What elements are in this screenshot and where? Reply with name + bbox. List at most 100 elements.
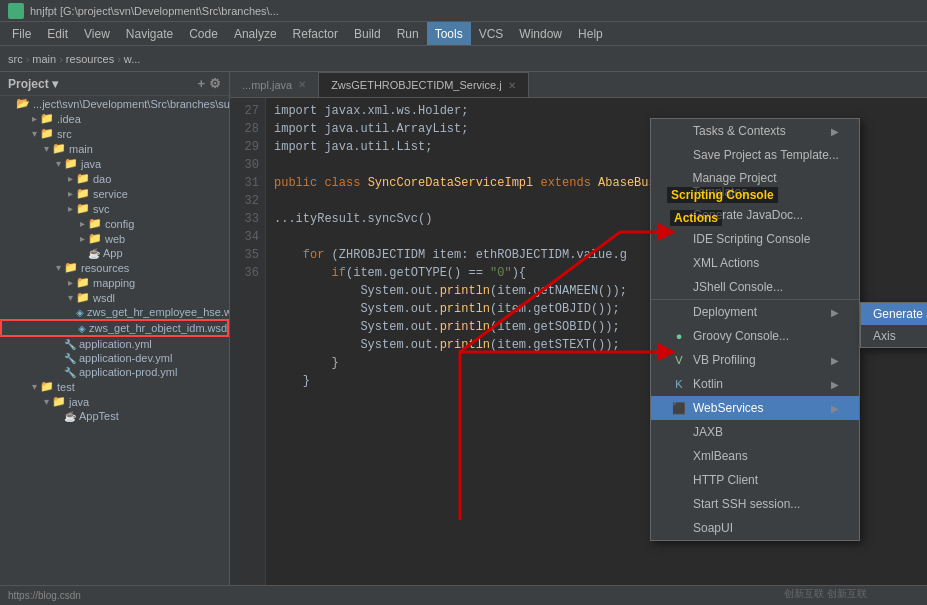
tree-item-test[interactable]: ▾📁test: [0, 379, 229, 394]
menu-item-help[interactable]: Help: [570, 22, 611, 45]
submenu-item-gen-java-from-wsdl[interactable]: Generate Java Code From Wsdl...: [861, 303, 927, 325]
menu-item-view[interactable]: View: [76, 22, 118, 45]
menu-item-tools[interactable]: Tools: [427, 22, 471, 45]
tree-label: dao: [93, 173, 111, 185]
line-number: 33: [230, 210, 259, 228]
menu-item-save-template[interactable]: Save Project as Template...: [651, 143, 859, 167]
tree-arrow: ▾: [28, 381, 40, 392]
editor-tab[interactable]: ZwsGETHROBJECTIDM_Service.j✕: [319, 72, 529, 97]
tree-item-wsdl[interactable]: ▾📁wsdl: [0, 290, 229, 305]
menu-label: JAXB: [693, 425, 723, 439]
menu-item-edit[interactable]: Edit: [39, 22, 76, 45]
tree-label: zws_get_hr_object_idm.wsdl: [89, 322, 229, 334]
menu-item-xml-actions[interactable]: XML Actions: [651, 251, 859, 275]
menu-item-jaxb[interactable]: JAXB: [651, 420, 859, 444]
tree-label: config: [105, 218, 134, 230]
app-icon: [8, 3, 24, 19]
kotlin-icon: K: [671, 376, 687, 392]
tree-item-main[interactable]: ▾📁main: [0, 141, 229, 156]
menu-icon: [671, 520, 687, 536]
menu-item-file[interactable]: File: [4, 22, 39, 45]
tree-item-zws-get-hr-object-idm-wsdl[interactable]: ◈zws_get_hr_object_idm.wsdl: [0, 319, 229, 337]
tree-arrow: ▾: [40, 143, 52, 154]
menu-item-code[interactable]: Code: [181, 22, 226, 45]
tree-item-resources[interactable]: ▾📁resources: [0, 260, 229, 275]
editor-tab[interactable]: ...mpl.java✕: [230, 72, 319, 97]
tree-item-application-yml[interactable]: 🔧application.yml: [0, 337, 229, 351]
tree-item-web[interactable]: ▸📁web: [0, 231, 229, 246]
tree-item--idea[interactable]: ▸📁.idea: [0, 111, 229, 126]
tree-item-src[interactable]: ▾📁src: [0, 126, 229, 141]
menu-item-http-client[interactable]: HTTP Client: [651, 468, 859, 492]
tree-label: wsdl: [93, 292, 115, 304]
tabs-bar: ...mpl.java✕ZwsGETHROBJECTIDM_Service.j✕: [230, 72, 927, 98]
tree-item-zws-get-hr-employee-hse-wsdl[interactable]: ◈zws_get_hr_employee_hse.wsdl: [0, 305, 229, 319]
menu-item-vcs[interactable]: VCS: [471, 22, 512, 45]
folder-icon: 📁: [64, 157, 78, 170]
menu-item-deployment[interactable]: Deployment▶: [651, 299, 859, 324]
tab-close-icon[interactable]: ✕: [298, 79, 306, 90]
title-text: hnjfpt [G:\project\svn\Development\Src\b…: [30, 5, 279, 17]
tree-label: .idea: [57, 113, 81, 125]
tree-item-apptest[interactable]: ☕AppTest: [0, 409, 229, 423]
menu-label: Start SSH session...: [693, 497, 800, 511]
root-icon: 📂: [16, 97, 30, 110]
tree-item-java[interactable]: ▾📁java: [0, 394, 229, 409]
folder-icon: 📁: [52, 395, 66, 408]
tree-item-config[interactable]: ▸📁config: [0, 216, 229, 231]
tree-item-service[interactable]: ▸📁service: [0, 186, 229, 201]
menu-item-ssh-session[interactable]: Start SSH session...: [651, 492, 859, 516]
tree-label: App: [103, 247, 123, 259]
menu-label: IDE Scripting Console: [693, 232, 810, 246]
menu-item-build[interactable]: Build: [346, 22, 389, 45]
tree-item-dao[interactable]: ▸📁dao: [0, 171, 229, 186]
tree-label: application-prod.yml: [79, 366, 177, 378]
line-numbers: 27282930313233343536: [230, 98, 266, 605]
menu-item-analyze[interactable]: Analyze: [226, 22, 285, 45]
watermark: 创新互联 创新互联: [784, 587, 867, 601]
menu-label: Generate JavaDoc...: [693, 208, 803, 222]
sidebar-gear-btn[interactable]: ⚙: [209, 76, 221, 91]
tree-item-application-dev-yml[interactable]: 🔧application-dev.yml: [0, 351, 229, 365]
sidebar: Project ▾ + ⚙ 📂...ject\svn\Development\S…: [0, 72, 230, 605]
menu-icon: [671, 231, 687, 247]
menu-item-tasks[interactable]: Tasks & Contexts▶: [651, 119, 859, 143]
menu-item-ide-scripting[interactable]: IDE Scripting Console: [651, 227, 859, 251]
menu-icon: [671, 496, 687, 512]
menu-item-generate-javadoc[interactable]: Generate JavaDoc...: [651, 203, 859, 227]
menu-item-manage-templates[interactable]: Manage Project Templates...: [651, 167, 859, 203]
line-number: 30: [230, 156, 259, 174]
title-bar: hnjfpt [G:\project\svn\Development\Src\b…: [0, 0, 927, 22]
line-number: 27: [230, 102, 259, 120]
menu-item-run[interactable]: Run: [389, 22, 427, 45]
tree-item-application-prod-yml[interactable]: 🔧application-prod.yml: [0, 365, 229, 379]
menu-item-window[interactable]: Window: [511, 22, 570, 45]
tree-label: resources: [81, 262, 129, 274]
tree-item----ject-svn-development-src-branches-sunchao-h---[interactable]: 📂...ject\svn\Development\Src\branches\su…: [0, 96, 229, 111]
tree-label: AppTest: [79, 410, 119, 422]
menu-item-webservices[interactable]: ⬛WebServices▶: [651, 396, 859, 420]
tree-label: application-dev.yml: [79, 352, 172, 364]
status-url: https://blog.csdn: [8, 590, 81, 601]
tab-close-icon[interactable]: ✕: [508, 80, 516, 91]
tree-arrow: ▾: [28, 128, 40, 139]
menu-item-soapui[interactable]: SoapUI: [651, 516, 859, 540]
tree-item-app[interactable]: ☕App: [0, 246, 229, 260]
menu-item-jshell[interactable]: JShell Console...: [651, 275, 859, 299]
menu-item-navigate[interactable]: Navigate: [118, 22, 181, 45]
tree-arrow: ▸: [76, 218, 88, 229]
submenu-item-axis[interactable]: Axis▶: [861, 325, 927, 347]
sidebar-add-btn[interactable]: +: [197, 76, 205, 91]
submenu-arrow: ▶: [831, 379, 839, 390]
menu-item-groovy[interactable]: ●Groovy Console...: [651, 324, 859, 348]
tree-item-svc[interactable]: ▸📁svc: [0, 201, 229, 216]
breadcrumb: src: [8, 53, 23, 65]
menu-item-kotlin[interactable]: KKotlin▶: [651, 372, 859, 396]
menu-item-xmlbeans[interactable]: XmlBeans: [651, 444, 859, 468]
tree-item-java[interactable]: ▾📁java: [0, 156, 229, 171]
tree-item-mapping[interactable]: ▸📁mapping: [0, 275, 229, 290]
submenu-arrow: ▶: [831, 307, 839, 318]
line-number: 34: [230, 228, 259, 246]
menu-item-vb-profiling[interactable]: VVB Profiling▶: [651, 348, 859, 372]
menu-item-refactor[interactable]: Refactor: [285, 22, 346, 45]
